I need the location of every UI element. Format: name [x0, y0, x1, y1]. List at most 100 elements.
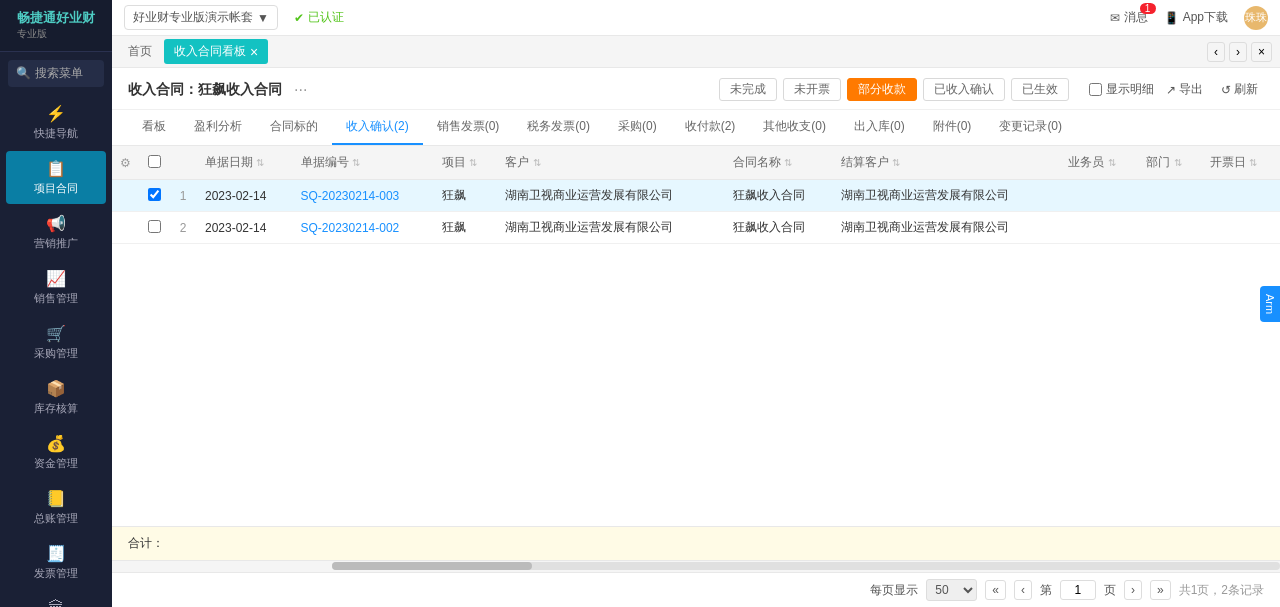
td-num-2: 2	[169, 212, 197, 244]
subtab-income-confirm[interactable]: 收入确认(2)	[332, 110, 423, 145]
chevron-down-icon: ▼	[257, 11, 269, 25]
sidebar-item-quick-nav[interactable]: ⚡ 快捷导航	[6, 96, 106, 149]
sort-icon-dept: ⇅	[1174, 157, 1182, 168]
avatar: 珠珠	[1244, 6, 1268, 30]
sort-icon-doc-no: ⇅	[352, 157, 360, 168]
subtab-in-out-storage[interactable]: 出入库(0)	[840, 110, 919, 145]
right-panel-icon[interactable]: Arm	[1260, 285, 1280, 321]
content-area: 收入合同：狂飙收入合同 ··· 未完成 未开票 部分收款 已收入确认 已生效 显…	[112, 68, 1280, 607]
status-partial-received[interactable]: 部分收款	[847, 78, 917, 101]
company-selector[interactable]: 好业财专业版演示帐套 ▼	[124, 5, 278, 30]
status-not-invoiced[interactable]: 未开票	[783, 78, 841, 101]
subtab-board[interactable]: 看板	[128, 110, 180, 145]
export-button[interactable]: ↗ 导出	[1160, 79, 1209, 100]
th-settlement-customer[interactable]: 结算客户 ⇅	[833, 146, 1060, 180]
subtab-attachments[interactable]: 附件(0)	[919, 110, 986, 145]
sidebar-item-sales[interactable]: 📈 销售管理	[6, 261, 106, 314]
table-row[interactable]: 2 2023-02-14 SQ-20230214-002 狂飙 湖南卫视商业运营…	[112, 212, 1280, 244]
tab-close-icon[interactable]: ×	[250, 45, 258, 59]
th-contract-name[interactable]: 合同名称 ⇅	[725, 146, 834, 180]
subtab-purchase[interactable]: 采购(0)	[604, 110, 671, 145]
horizontal-scrollbar[interactable]	[112, 560, 1280, 572]
app-download-button[interactable]: 📱 App下载	[1164, 9, 1228, 26]
td-settlement-1: 湖南卫视商业运营发展有限公司	[833, 180, 1060, 212]
row-checkbox-2[interactable]	[148, 220, 161, 233]
project-icon: 📋	[46, 159, 66, 178]
scrollbar-thumb[interactable]	[332, 562, 532, 570]
td-gear-2	[112, 212, 140, 244]
th-customer[interactable]: 客户 ⇅	[497, 146, 724, 180]
sort-icon-date: ⇅	[256, 157, 264, 168]
per-page-label: 每页显示	[870, 582, 918, 599]
subtab-profit[interactable]: 盈利分析	[180, 110, 256, 145]
sidebar-item-marketing[interactable]: 📢 营销推广	[6, 206, 106, 259]
doc-no-link-2[interactable]: SQ-20230214-002	[301, 221, 400, 235]
status-uncompleted[interactable]: 未完成	[719, 78, 777, 101]
company-name: 好业财专业版演示帐套	[133, 9, 253, 26]
doc-no-link-1[interactable]: SQ-20230214-003	[301, 189, 400, 203]
sidebar-search-area: 🔍 搜索菜单	[0, 52, 112, 95]
message-badge: 1	[1140, 3, 1156, 14]
sidebar-item-purchase[interactable]: 🛒 采购管理	[6, 316, 106, 369]
table-header-row: ⚙ 单据日期 ⇅ 单据编号 ⇅	[112, 146, 1280, 180]
subtab-payment[interactable]: 收付款(2)	[671, 110, 750, 145]
sidebar-item-tax[interactable]: 🏛 税务管理	[6, 591, 106, 607]
prev-page-button[interactable]: ‹	[1014, 580, 1032, 600]
search-menu-button[interactable]: 🔍 搜索菜单	[8, 60, 104, 87]
status-effective[interactable]: 已生效	[1011, 78, 1069, 101]
last-page-button[interactable]: »	[1150, 580, 1171, 600]
tab-next-button[interactable]: ›	[1229, 42, 1247, 62]
logo-text: 畅捷通好业财	[17, 10, 95, 27]
contract-more-button[interactable]: ···	[294, 81, 307, 99]
tab-home[interactable]: 首页	[120, 39, 160, 64]
tab-close-button[interactable]: ×	[1251, 42, 1272, 62]
td-gear-1	[112, 180, 140, 212]
th-doc-no[interactable]: 单据编号 ⇅	[293, 146, 435, 180]
check-circle-icon: ✔	[294, 11, 304, 25]
next-page-button[interactable]: ›	[1124, 580, 1142, 600]
tab-income-board[interactable]: 收入合同看板 ×	[164, 39, 268, 64]
td-project-1: 狂飙	[434, 180, 497, 212]
inventory-icon: 📦	[46, 379, 66, 398]
row-checkbox-1[interactable]	[148, 188, 161, 201]
sidebar-item-invoice[interactable]: 🧾 发票管理	[6, 536, 106, 589]
subtab-tax-invoice[interactable]: 税务发票(0)	[513, 110, 604, 145]
invoice-icon: 🧾	[46, 544, 66, 563]
th-open-date[interactable]: 开票日 ⇅	[1202, 146, 1280, 180]
show-detail-checkbox-label[interactable]: 显示明细	[1089, 79, 1154, 100]
message-button[interactable]: ✉ 消息 1	[1110, 9, 1148, 26]
th-salesperson[interactable]: 业务员 ⇅	[1060, 146, 1138, 180]
per-page-select[interactable]: 50 20 100	[926, 579, 977, 601]
sidebar-item-inventory[interactable]: 📦 库存核算	[6, 371, 106, 424]
th-date[interactable]: 单据日期 ⇅	[197, 146, 293, 180]
select-all-checkbox[interactable]	[148, 155, 161, 168]
sidebar-item-project[interactable]: 📋 项目合同	[6, 151, 106, 204]
table-container: ⚙ 单据日期 ⇅ 单据编号 ⇅	[112, 146, 1280, 526]
subtab-sales-invoice[interactable]: 销售发票(0)	[423, 110, 514, 145]
search-icon: 🔍	[16, 66, 31, 80]
main-area: 好业财专业版演示帐套 ▼ ✔ 已认证 ✉ 消息 1 📱 App下载 珠珠	[112, 0, 1280, 607]
td-contract-1: 狂飙收入合同	[725, 180, 834, 212]
show-detail-checkbox[interactable]	[1089, 83, 1102, 96]
refresh-button[interactable]: ↺ 刷新	[1215, 79, 1264, 100]
th-project[interactable]: 项目 ⇅	[434, 146, 497, 180]
th-department[interactable]: 部门 ⇅	[1138, 146, 1201, 180]
sidebar-item-capital[interactable]: 💰 资金管理	[6, 426, 106, 479]
table-row[interactable]: 1 2023-02-14 SQ-20230214-003 狂飙 湖南卫视商业运营…	[112, 180, 1280, 212]
td-check-1	[140, 180, 169, 212]
first-page-button[interactable]: «	[985, 580, 1006, 600]
subtab-other-income[interactable]: 其他收支(0)	[749, 110, 840, 145]
sum-label: 合计：	[128, 535, 164, 552]
page-input[interactable]	[1060, 580, 1096, 600]
td-doc-no-2[interactable]: SQ-20230214-002	[293, 212, 435, 244]
sidebar-item-general[interactable]: 📒 总账管理	[6, 481, 106, 534]
user-avatar[interactable]: 珠珠	[1244, 6, 1268, 30]
subtab-contracts[interactable]: 合同标的	[256, 110, 332, 145]
table-footer: 合计：	[112, 526, 1280, 560]
contract-title: 收入合同：狂飙收入合同	[128, 81, 282, 99]
tab-prev-button[interactable]: ‹	[1207, 42, 1225, 62]
td-doc-no-1[interactable]: SQ-20230214-003	[293, 180, 435, 212]
status-receipt-confirmed[interactable]: 已收入确认	[923, 78, 1005, 101]
settings-icon[interactable]: ⚙	[120, 156, 131, 170]
subtab-change-records[interactable]: 变更记录(0)	[985, 110, 1076, 145]
